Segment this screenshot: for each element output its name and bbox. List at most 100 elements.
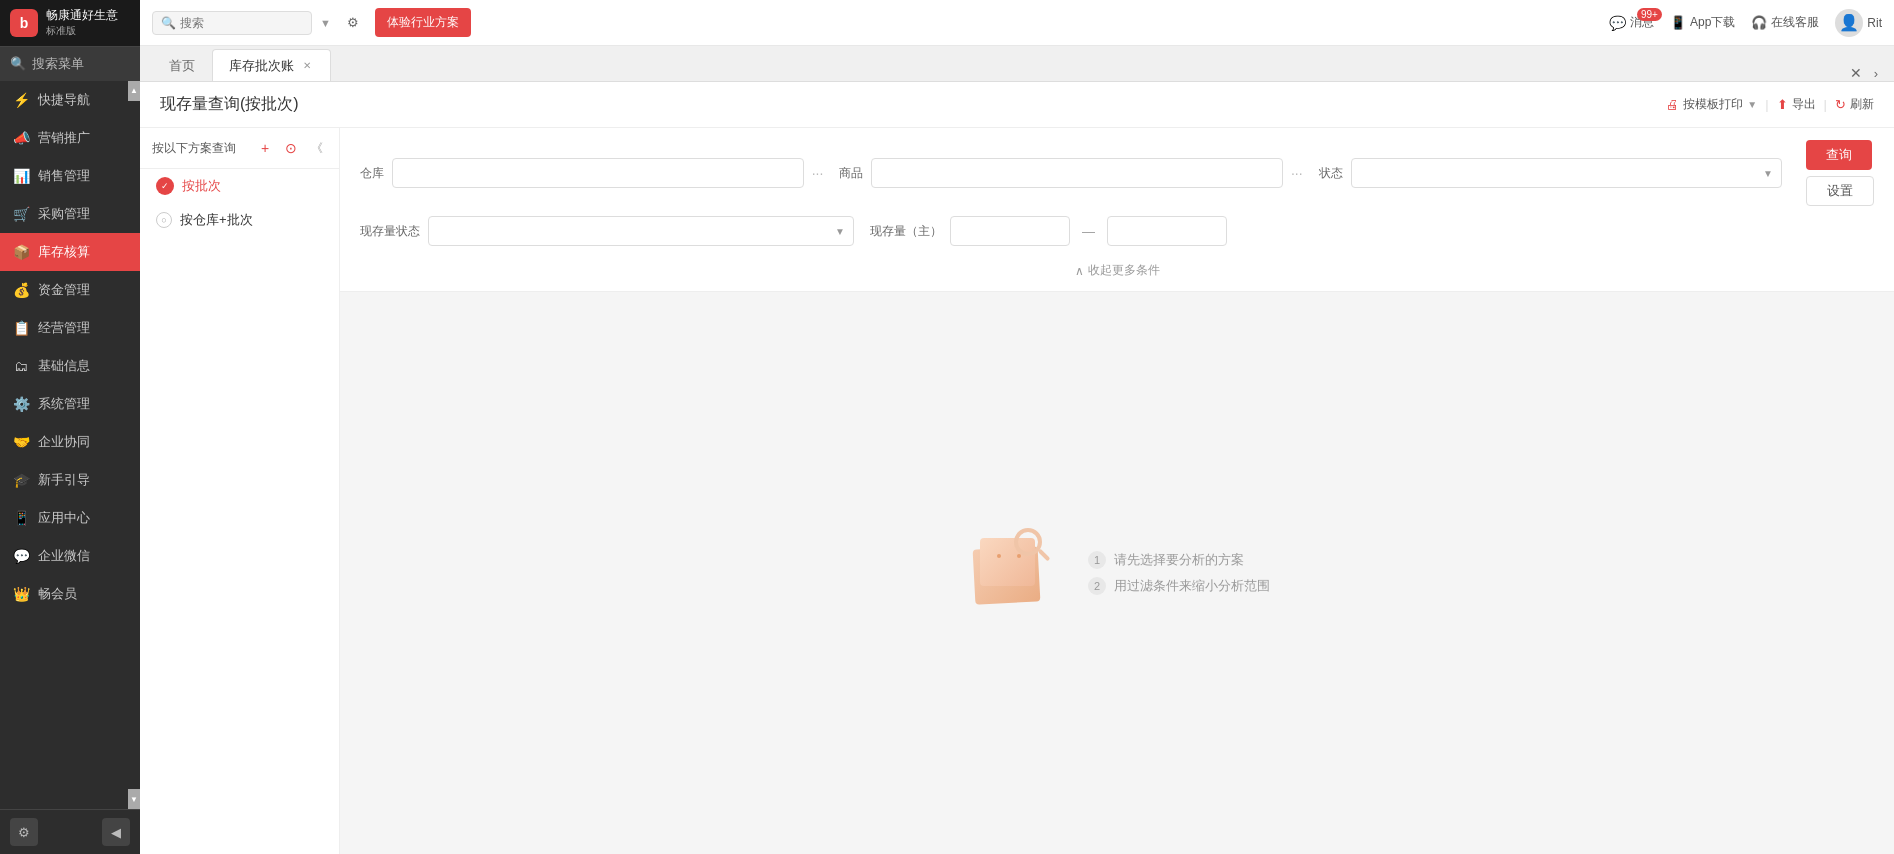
query-button[interactable]: 查询 bbox=[1806, 140, 1872, 170]
face-eye-right bbox=[1017, 554, 1021, 558]
main-layout: 按以下方案查询 + ⊙ 《 ✓ 按批次 bbox=[140, 128, 1894, 854]
stock-status-select[interactable]: ▼ bbox=[428, 216, 854, 246]
sidebar-item-label: 营销推广 bbox=[38, 129, 90, 147]
topbar-search-icon: 🔍 bbox=[161, 16, 176, 30]
sidebar-item-sales[interactable]: 📊 销售管理 bbox=[0, 157, 140, 195]
tip-number-2: 2 bbox=[1088, 577, 1106, 595]
product-more-icon[interactable]: ··· bbox=[1291, 165, 1303, 181]
export-button[interactable]: ⬆ 导出 bbox=[1777, 96, 1816, 113]
app-download-button[interactable]: 📱 App下载 bbox=[1670, 14, 1735, 31]
scheme-item-batch[interactable]: ✓ 按批次 bbox=[140, 169, 339, 203]
settings-button[interactable]: ⚙ bbox=[10, 818, 38, 846]
sidebar-item-system[interactable]: ⚙️ 系统管理 bbox=[0, 385, 140, 423]
filter-status: 状态 ▼ bbox=[1319, 158, 1782, 188]
download-icon: 📱 bbox=[1670, 15, 1686, 30]
scheme-batch-label: 按批次 bbox=[182, 177, 221, 195]
sidebar-item-apps[interactable]: 📱 应用中心 bbox=[0, 499, 140, 537]
tab-inventory-batch[interactable]: 库存批次账 ✕ bbox=[212, 49, 331, 81]
refresh-icon: ↻ bbox=[1835, 97, 1846, 112]
illustration-magnifier-handle bbox=[1038, 549, 1051, 562]
left-panel-header: 按以下方案查询 + ⊙ 《 bbox=[140, 128, 339, 169]
inventory-icon: 📦 bbox=[12, 243, 30, 261]
user-menu[interactable]: 👤 Rit bbox=[1835, 9, 1882, 37]
quick-nav-icon: ⚡ bbox=[12, 91, 30, 109]
warehouse-more-icon[interactable]: ··· bbox=[812, 165, 824, 181]
left-panel-actions: + ⊙ 《 bbox=[255, 138, 327, 158]
operations-icon: 📋 bbox=[12, 319, 30, 337]
warehouse-input[interactable] bbox=[392, 158, 804, 188]
experience-industry-button[interactable]: 体验行业方案 bbox=[375, 8, 471, 37]
collapse-more-button[interactable]: ∧ 收起更多条件 bbox=[360, 256, 1874, 279]
sidebar-scroll-up[interactable]: ▲ bbox=[128, 81, 140, 101]
tab-close-button[interactable]: ✕ bbox=[300, 59, 314, 73]
topbar-search-box[interactable]: 🔍 bbox=[152, 11, 312, 35]
panel-more-button[interactable]: › bbox=[1870, 66, 1882, 81]
add-scheme-button[interactable]: + bbox=[255, 138, 275, 158]
sidebar-item-member[interactable]: 👑 畅会员 bbox=[0, 575, 140, 613]
separator1: | bbox=[1765, 97, 1768, 112]
collapse-icon: 《 bbox=[311, 140, 323, 157]
product-input[interactable] bbox=[871, 158, 1283, 188]
online-service-button[interactable]: 🎧 在线客服 bbox=[1751, 14, 1819, 31]
sidebar-item-inventory[interactable]: 📦 库存核算 bbox=[0, 233, 140, 271]
filter-actions: 查询 设置 bbox=[1806, 140, 1874, 206]
sidebar-scroll-down[interactable]: ▼ bbox=[128, 789, 140, 809]
scheme-item-warehouse-batch[interactable]: ○ 按仓库+批次 bbox=[140, 203, 339, 237]
topbar-settings-button[interactable]: ⚙ bbox=[339, 9, 367, 37]
sidebar-item-marketing[interactable]: 📣 营销推广 bbox=[0, 119, 140, 157]
sidebar-item-newbie[interactable]: 🎓 新手引导 bbox=[0, 461, 140, 499]
filter-settings-button[interactable]: 设置 bbox=[1806, 176, 1874, 206]
message-button[interactable]: 💬 消息 99+ bbox=[1609, 14, 1654, 31]
separator2: | bbox=[1824, 97, 1827, 112]
export-label: 导出 bbox=[1792, 96, 1816, 113]
tip-text-1: 请先选择要分析的方案 bbox=[1114, 551, 1244, 569]
sidebar-item-label: 畅会员 bbox=[38, 585, 77, 603]
chevron-down-icon: ▼ bbox=[320, 17, 331, 29]
filter-warehouse: 仓库 ··· bbox=[360, 158, 823, 188]
dropdown-arrow[interactable]: ▼ bbox=[320, 17, 331, 29]
topbar-right: 💬 消息 99+ 📱 App下载 🎧 在线客服 👤 Rit bbox=[1609, 9, 1882, 37]
sidebar-item-label: 企业协同 bbox=[38, 433, 90, 451]
sidebar-item-label: 快捷导航 bbox=[38, 91, 90, 109]
chevron-up-icon: ∧ bbox=[1075, 264, 1084, 278]
product-label: 商品 bbox=[839, 165, 863, 182]
online-service-label: 在线客服 bbox=[1771, 14, 1819, 31]
sidebar-item-label: 销售管理 bbox=[38, 167, 90, 185]
sidebar-search-item[interactable]: 🔍 搜索菜单 bbox=[0, 47, 140, 81]
tab-home[interactable]: 首页 bbox=[152, 49, 212, 81]
gear-icon: ⚙ bbox=[347, 15, 359, 30]
close-panel-button[interactable]: ✕ bbox=[1842, 65, 1870, 81]
print-button[interactable]: 🖨 按模板打印 ▼ bbox=[1666, 96, 1757, 113]
sidebar-nav: ⚡ 快捷导航 📣 营销推广 📊 销售管理 🛒 采购管理 📦 库存核算 💰 bbox=[0, 81, 140, 613]
empty-tip-2: 2 用过滤条件来缩小分析范围 bbox=[1088, 577, 1270, 595]
collapse-left-panel-button[interactable]: 《 bbox=[307, 138, 327, 158]
sidebar-item-enterprise[interactable]: 🤝 企业协同 bbox=[0, 423, 140, 461]
stock-amount-max-input[interactable] bbox=[1107, 216, 1227, 246]
filter-row-1: 仓库 ··· 商品 ··· 状态 bbox=[360, 140, 1874, 206]
empty-tip-1: 1 请先选择要分析的方案 bbox=[1088, 551, 1270, 569]
stock-status-label: 现存量状态 bbox=[360, 223, 420, 240]
sidebar-item-purchase[interactable]: 🛒 采购管理 bbox=[0, 195, 140, 233]
filter-stock-amount: 现存量（主） — bbox=[870, 216, 1364, 246]
app-download-label: App下载 bbox=[1690, 14, 1735, 31]
status-select[interactable]: ▼ bbox=[1351, 158, 1782, 188]
topbar-search-input[interactable] bbox=[180, 16, 280, 30]
scheme-settings-button[interactable]: ⊙ bbox=[281, 138, 301, 158]
collapse-sidebar-button[interactable]: ◀ bbox=[102, 818, 130, 846]
filter-product: 商品 ··· bbox=[839, 158, 1302, 188]
sidebar-item-quick-nav[interactable]: ⚡ 快捷导航 bbox=[0, 81, 140, 119]
sidebar-item-finance[interactable]: 💰 资金管理 bbox=[0, 271, 140, 309]
sidebar-item-label: 库存核算 bbox=[38, 243, 90, 261]
marketing-icon: 📣 bbox=[12, 129, 30, 147]
refresh-button[interactable]: ↻ 刷新 bbox=[1835, 96, 1874, 113]
close-icon: ✕ bbox=[1850, 65, 1862, 81]
refresh-label: 刷新 bbox=[1850, 96, 1874, 113]
scheme-warehouse-batch-label: 按仓库+批次 bbox=[180, 211, 253, 229]
stock-amount-min-input[interactable] bbox=[950, 216, 1070, 246]
user-avatar: 👤 bbox=[1835, 9, 1863, 37]
batch-active-icon: ✓ bbox=[156, 177, 174, 195]
sidebar-item-basic[interactable]: 🗂 基础信息 bbox=[0, 347, 140, 385]
sidebar-item-wechat[interactable]: 💬 企业微信 bbox=[0, 537, 140, 575]
empty-tips: 1 请先选择要分析的方案 2 用过滤条件来缩小分析范围 bbox=[1088, 551, 1270, 595]
sidebar-item-operations[interactable]: 📋 经营管理 bbox=[0, 309, 140, 347]
